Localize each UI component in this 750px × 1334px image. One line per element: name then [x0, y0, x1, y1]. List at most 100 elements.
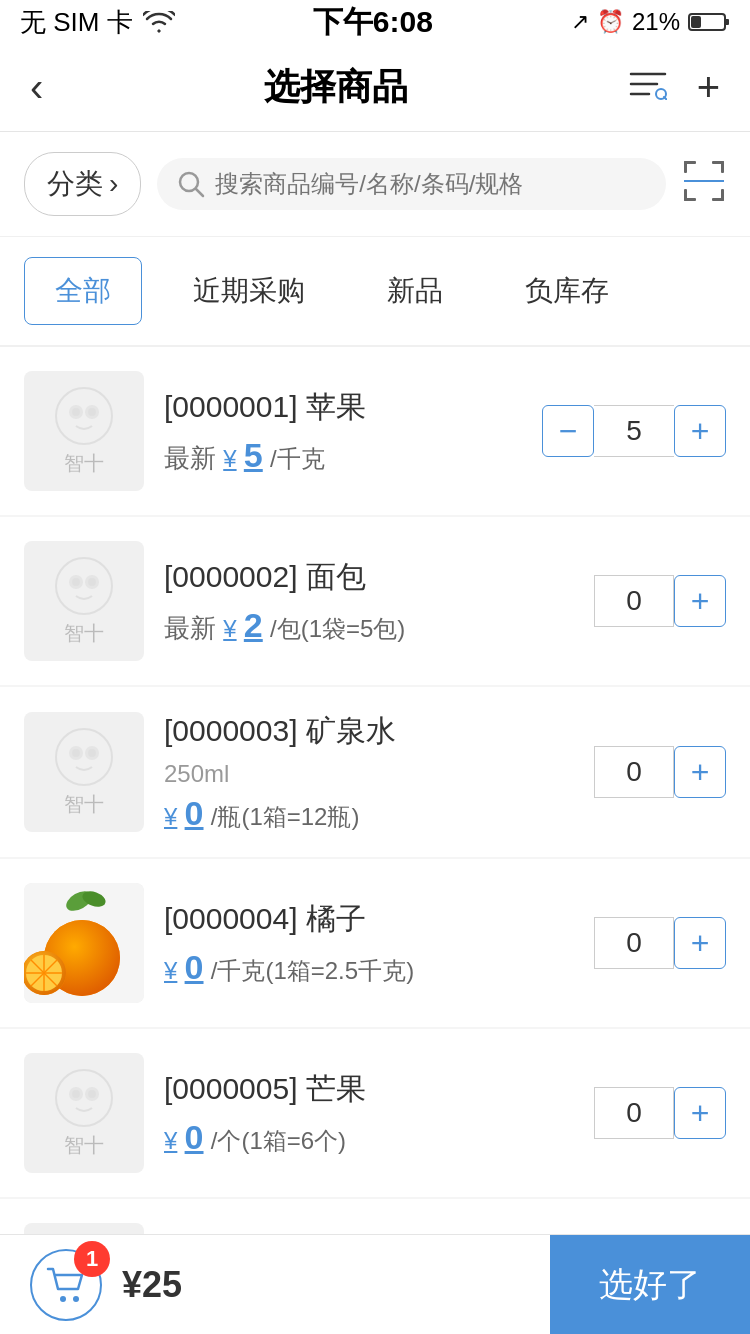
svg-point-60 — [60, 1296, 66, 1302]
svg-rect-11 — [684, 161, 687, 173]
status-time: 下午6:08 — [313, 2, 433, 43]
quantity-control: 0 + — [594, 746, 726, 798]
quantity-display: 0 — [594, 917, 674, 969]
increment-button[interactable]: + — [674, 575, 726, 627]
cart-section: 1 ¥25 — [0, 1249, 550, 1321]
page-title: 选择商品 — [264, 63, 408, 112]
svg-point-23 — [88, 408, 96, 416]
product-image: 智十 — [24, 712, 144, 832]
svg-rect-2 — [691, 16, 701, 28]
category-button[interactable]: 分类 › — [24, 152, 141, 216]
product-image: 智十 — [24, 371, 144, 491]
svg-point-61 — [73, 1296, 79, 1302]
tab-recent[interactable]: 近期采购 — [162, 257, 336, 325]
battery-icon — [688, 11, 730, 33]
product-spec: 250ml — [164, 760, 574, 788]
search-box[interactable] — [157, 158, 666, 210]
product-info: [0000003] 矿泉水 250ml ¥ 0 /瓶(1箱=12瓶) — [164, 711, 574, 833]
cart-badge: 1 — [74, 1241, 110, 1277]
category-chevron: › — [109, 168, 118, 200]
product-image: 智十 — [24, 541, 144, 661]
product-name: [0000001] 苹果 — [164, 387, 522, 428]
product-image — [24, 883, 144, 1003]
quantity-display: 0 — [594, 575, 674, 627]
add-icon[interactable]: + — [697, 65, 720, 110]
svg-line-7 — [664, 97, 667, 100]
product-info: [0000001] 苹果 最新 ¥ 5 /千克 — [164, 387, 522, 476]
filter-icon[interactable] — [629, 68, 667, 108]
svg-point-49 — [88, 1090, 96, 1098]
tab-row: 全部 近期采购 新品 负库存 — [0, 237, 750, 347]
svg-point-22 — [72, 408, 80, 416]
decrement-button[interactable]: − — [542, 405, 594, 457]
svg-line-9 — [196, 189, 203, 196]
product-price: 最新 ¥ 2 /包(1袋=5包) — [164, 606, 574, 646]
svg-point-29 — [56, 729, 112, 785]
placeholder-logo: 智十 — [54, 386, 114, 477]
confirm-button[interactable]: 选好了 — [550, 1235, 750, 1335]
svg-point-28 — [88, 578, 96, 586]
list-item: 智十 [0000001] 苹果 最新 ¥ 5 /千克 − + — [0, 347, 750, 515]
quantity-control: 0 + — [594, 1087, 726, 1139]
battery-text: 21% — [632, 8, 680, 36]
svg-point-33 — [88, 749, 96, 757]
svg-point-19 — [56, 388, 112, 444]
product-name: [0000005] 芒果 — [164, 1069, 574, 1110]
search-input[interactable] — [215, 170, 646, 198]
quantity-control: 0 + — [594, 575, 726, 627]
svg-rect-15 — [684, 189, 687, 201]
svg-point-48 — [72, 1090, 80, 1098]
category-label: 分类 — [47, 165, 103, 203]
increment-button[interactable]: + — [674, 917, 726, 969]
back-button[interactable]: ‹ — [30, 65, 43, 110]
cart-icon-wrap[interactable]: 1 — [30, 1249, 102, 1321]
list-item: [0000004] 橘子 ¥ 0 /千克(1箱=2.5千克) 0 + — [0, 859, 750, 1027]
bottom-bar: 1 ¥25 选好了 — [0, 1234, 750, 1334]
product-price: 最新 ¥ 5 /千克 — [164, 436, 522, 476]
product-name: [0000004] 橘子 — [164, 899, 574, 940]
tab-negative[interactable]: 负库存 — [494, 257, 640, 325]
quantity-display: 0 — [594, 1087, 674, 1139]
product-name: [0000003] 矿泉水 — [164, 711, 574, 752]
svg-rect-13 — [721, 161, 724, 173]
status-carrier: 无 SIM 卡 — [20, 5, 175, 40]
cart-total: ¥25 — [122, 1264, 182, 1306]
placeholder-logo: 智十 — [54, 556, 114, 647]
svg-point-45 — [56, 1070, 112, 1126]
scan-icon[interactable] — [682, 159, 726, 210]
svg-rect-17 — [721, 189, 724, 201]
increment-button[interactable]: + — [674, 405, 726, 457]
tab-all[interactable]: 全部 — [24, 257, 142, 325]
quantity-input[interactable] — [594, 405, 674, 457]
product-list: 智十 [0000001] 苹果 最新 ¥ 5 /千克 − + — [0, 347, 750, 1334]
list-item: 智十 [0000002] 面包 最新 ¥ 2 /包(1袋=5包) 0 + — [0, 517, 750, 685]
svg-rect-1 — [725, 19, 729, 25]
nav-actions: + — [629, 65, 720, 110]
list-item: 智十 [0000003] 矿泉水 250ml ¥ 0 /瓶(1箱=12瓶) 0 … — [0, 687, 750, 857]
svg-point-32 — [72, 749, 80, 757]
quantity-control: 0 + — [594, 917, 726, 969]
product-info: [0000005] 芒果 ¥ 0 /个(1箱=6个) — [164, 1069, 574, 1157]
tab-new[interactable]: 新品 — [356, 257, 474, 325]
status-bar: 无 SIM 卡 下午6:08 ↗ ⏰ 21% — [0, 0, 750, 44]
product-image: 智十 — [24, 1053, 144, 1173]
product-price: ¥ 0 /瓶(1箱=12瓶) — [164, 794, 574, 833]
product-info: [0000004] 橘子 ¥ 0 /千克(1箱=2.5千克) — [164, 899, 574, 987]
increment-button[interactable]: + — [674, 746, 726, 798]
status-right: ↗ ⏰ 21% — [571, 8, 730, 36]
list-item: 智十 [0000005] 芒果 ¥ 0 /个(1箱=6个) 0 + — [0, 1029, 750, 1197]
location-icon: ↗ — [571, 9, 589, 35]
placeholder-logo: 智十 — [54, 1068, 114, 1159]
svg-point-27 — [72, 578, 80, 586]
nav-bar: ‹ 选择商品 + — [0, 44, 750, 132]
quantity-display: 0 — [594, 746, 674, 798]
svg-point-24 — [56, 558, 112, 614]
wifi-icon — [143, 11, 175, 33]
product-price: ¥ 0 /千克(1箱=2.5千克) — [164, 948, 574, 987]
placeholder-logo: 智十 — [54, 727, 114, 818]
product-name: [0000002] 面包 — [164, 557, 574, 598]
product-info: [0000002] 面包 最新 ¥ 2 /包(1袋=5包) — [164, 557, 574, 646]
quantity-control: − + — [542, 405, 726, 457]
increment-button[interactable]: + — [674, 1087, 726, 1139]
alarm-icon: ⏰ — [597, 9, 624, 35]
